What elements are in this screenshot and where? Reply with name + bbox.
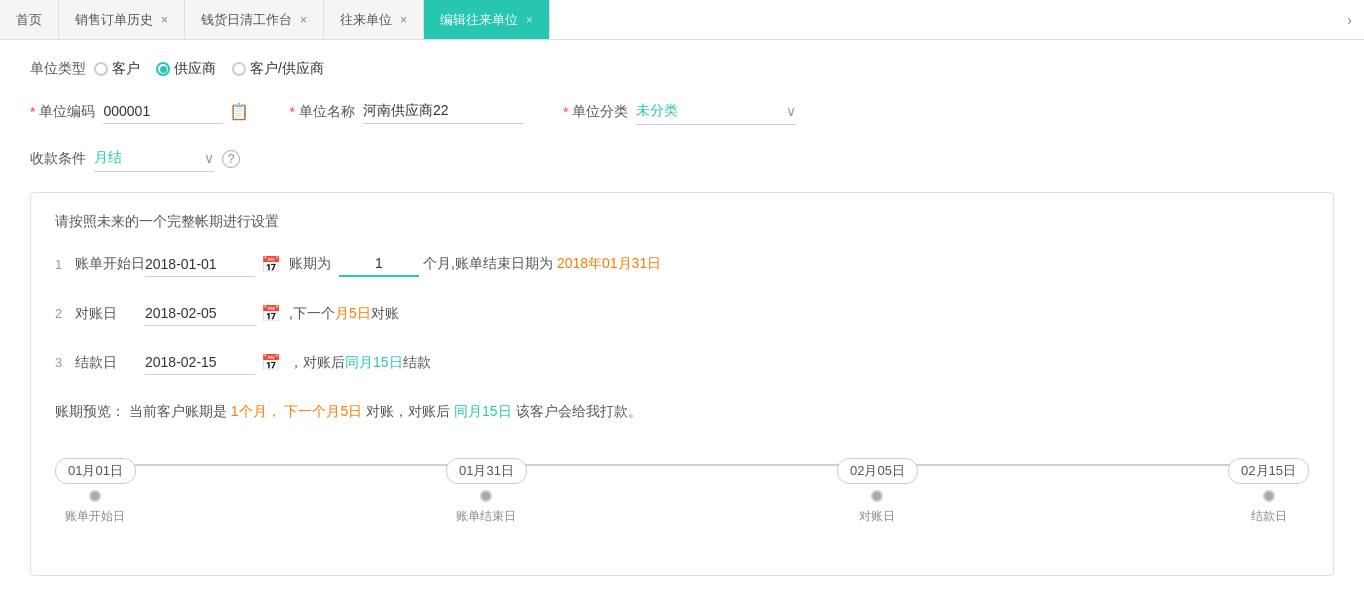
period-label-1: 账单开始日 — [75, 255, 145, 273]
main-content: 单位类型 客户 供应商 客户/供应商 * 单位编码 📋 * 单位名称 — [0, 40, 1364, 608]
tab-cash-work[interactable]: 钱货日清工作台 × — [185, 0, 324, 39]
tab-edit-partner[interactable]: 编辑往来单位 × — [424, 0, 550, 39]
unit-category-value: 未分类 — [636, 102, 782, 120]
timeline-label-2: 对账日 — [859, 508, 895, 525]
period-row2-prefix: ,下一个 — [289, 305, 335, 323]
unit-info-row: * 单位编码 📋 * 单位名称 * 单位分类 未分类 ∨ — [30, 98, 1334, 125]
tab-partner[interactable]: 往来单位 × — [324, 0, 424, 39]
period-title: 请按照未来的一个完整帐期进行设置 — [55, 213, 1309, 231]
period-months-input[interactable] — [339, 251, 419, 277]
period-row-3: 3 结款日 📅 ，对账后 同月15日 结款 — [55, 350, 1309, 375]
unit-type-radio-group: 客户 供应商 客户/供应商 — [94, 60, 324, 78]
period-cal-icon-2[interactable]: 📅 — [261, 304, 281, 323]
timeline-bubble-2: 02月05日 — [837, 458, 918, 484]
timeline-dot-3 — [1263, 490, 1275, 502]
unit-category-arrow-icon: ∨ — [786, 103, 796, 119]
period-row-2: 2 对账日 📅 ,下一个月5日 对账 — [55, 301, 1309, 326]
tab-sales-history[interactable]: 销售订单历史 × — [59, 0, 185, 39]
period-cal-icon-3[interactable]: 📅 — [261, 353, 281, 372]
tab-close-cash-work[interactable]: × — [300, 13, 307, 27]
period-months-label: 账期为 — [289, 255, 331, 273]
unit-name-input[interactable] — [363, 99, 523, 124]
unit-type-row: 单位类型 客户 供应商 客户/供应商 — [30, 60, 1334, 78]
unit-code-label: 单位编码 — [39, 103, 95, 121]
radio-supplier[interactable]: 供应商 — [156, 60, 216, 78]
tab-bar: 首页 销售订单历史 × 钱货日清工作台 × 往来单位 × 编辑往来单位 × › — [0, 0, 1364, 40]
period-date-input-1[interactable] — [145, 252, 255, 277]
period-date-input-2[interactable] — [145, 301, 255, 326]
period-label-3: 结款日 — [75, 354, 145, 372]
unit-category-group: * 单位分类 未分类 ∨ — [563, 98, 796, 125]
tab-more-button[interactable]: › — [1335, 0, 1364, 39]
period-row-1: 1 账单开始日 📅 账期为 个月,账单结束日期为 2018年01月31日 — [55, 251, 1309, 277]
radio-circle-supplier — [156, 62, 170, 76]
preview-text: 账期预览： 当前客户账期是 1个月， 下一个月5日 对账，对账后 同月15日 该… — [55, 399, 1309, 424]
payment-terms-value: 月结 — [94, 149, 200, 167]
payment-terms-row: 收款条件 月结 ∨ ? — [30, 145, 1334, 172]
timeline-bubble-1: 01月31日 — [446, 458, 527, 484]
unit-name-group: * 单位名称 — [289, 99, 522, 124]
radio-customer[interactable]: 客户 — [94, 60, 140, 78]
period-num-2: 2 — [55, 306, 75, 321]
period-row3-prefix: ，对账后 — [289, 354, 345, 372]
timeline-dot-0 — [89, 490, 101, 502]
timeline: 01月01日 账单开始日 01月31日 账单结束日 02月05日 对账日 02月… — [55, 448, 1309, 555]
timeline-dot-1 — [480, 490, 492, 502]
tab-close-sales-history[interactable]: × — [161, 13, 168, 27]
help-icon[interactable]: ? — [222, 150, 240, 168]
timeline-point-0: 01月01日 账单开始日 — [55, 458, 136, 525]
unit-name-label: 单位名称 — [299, 103, 355, 121]
unit-category-label: 单位分类 — [572, 103, 628, 121]
timeline-label-1: 账单结束日 — [456, 508, 516, 525]
period-label-2: 对账日 — [75, 305, 145, 323]
unit-code-group: * 单位编码 📋 — [30, 99, 249, 124]
timeline-dot-2 — [871, 490, 883, 502]
period-date-input-3[interactable] — [145, 350, 255, 375]
period-months-suffix: 个月,账单结束日期为 — [423, 255, 553, 273]
unit-category-select[interactable]: 未分类 ∨ — [636, 98, 796, 125]
timeline-point-3: 02月15日 结款日 — [1228, 458, 1309, 525]
tab-home[interactable]: 首页 — [0, 0, 59, 39]
unit-type-label: 单位类型 — [30, 60, 86, 78]
timeline-point-1: 01月31日 账单结束日 — [446, 458, 527, 525]
timeline-bubble-0: 01月01日 — [55, 458, 136, 484]
payment-terms-arrow-icon: ∨ — [204, 150, 214, 166]
timeline-label-0: 账单开始日 — [65, 508, 125, 525]
timeline-point-2: 02月05日 对账日 — [837, 458, 918, 525]
tab-close-edit-partner[interactable]: × — [526, 13, 533, 27]
payment-terms-select[interactable]: 月结 ∨ — [94, 145, 214, 172]
unit-code-input[interactable] — [103, 99, 223, 124]
timeline-bubble-3: 02月15日 — [1228, 458, 1309, 484]
period-box: 请按照未来的一个完整帐期进行设置 1 账单开始日 📅 账期为 个月,账单结束日期… — [30, 192, 1334, 576]
period-cal-icon-1[interactable]: 📅 — [261, 255, 281, 274]
period-end-date: 2018年01月31日 — [557, 255, 661, 273]
radio-both[interactable]: 客户/供应商 — [232, 60, 324, 78]
payment-terms-label: 收款条件 — [30, 150, 86, 168]
period-num-1: 1 — [55, 257, 75, 272]
tab-close-partner[interactable]: × — [400, 13, 407, 27]
period-num-3: 3 — [55, 355, 75, 370]
timeline-points: 01月01日 账单开始日 01月31日 账单结束日 02月05日 对账日 02月… — [55, 458, 1309, 525]
timeline-label-3: 结款日 — [1251, 508, 1287, 525]
radio-circle-customer — [94, 62, 108, 76]
unit-code-icon[interactable]: 📋 — [229, 102, 249, 121]
radio-circle-both — [232, 62, 246, 76]
